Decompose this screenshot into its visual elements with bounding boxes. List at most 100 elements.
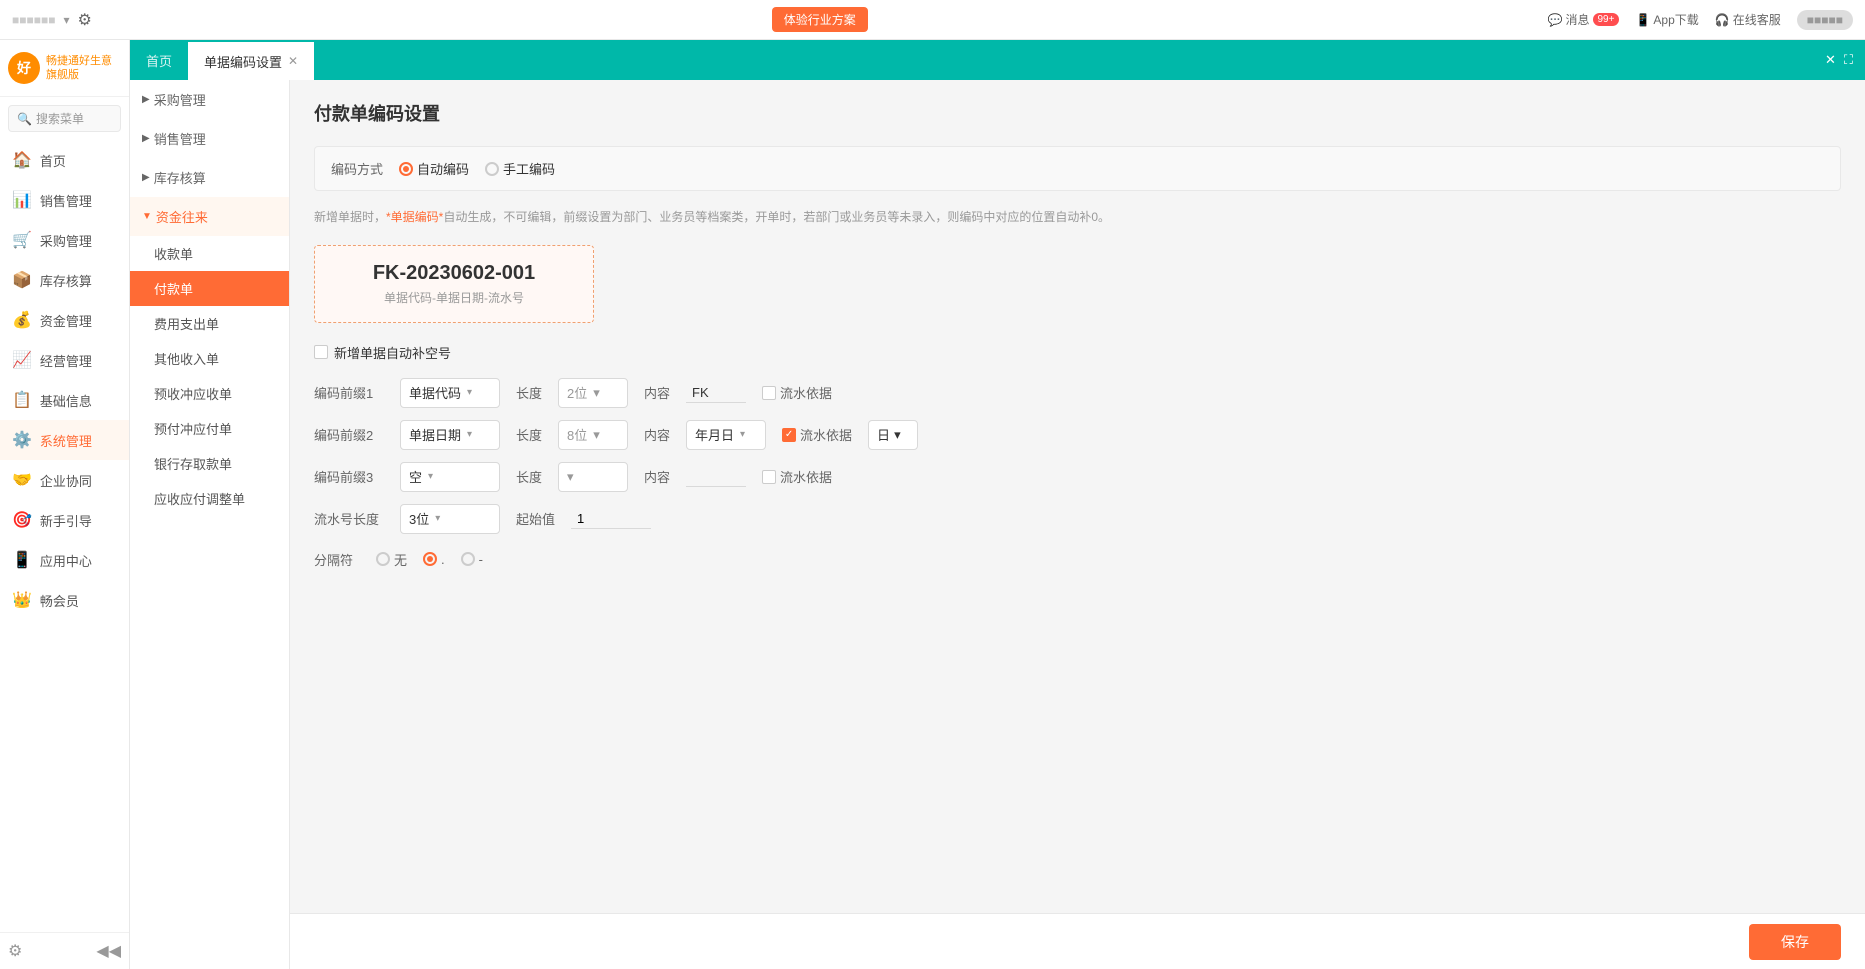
manual-encode-option[interactable]: 手工编码 bbox=[485, 159, 555, 178]
top-bar-left: ■■■■■■ ▾ ⚙ bbox=[12, 10, 92, 30]
manual-encode-radio[interactable] bbox=[485, 162, 499, 176]
separator-options: 无 . - bbox=[376, 550, 483, 569]
auto-encode-option[interactable]: 自动编码 bbox=[399, 159, 469, 178]
message-link[interactable]: 💬 消息 99+ bbox=[1548, 11, 1620, 28]
chevron-down-icon2: ▼ bbox=[142, 211, 152, 222]
auto-encode-radio[interactable] bbox=[399, 162, 413, 176]
content1-input[interactable] bbox=[686, 383, 746, 403]
menu-item-ar-ap[interactable]: 应收应付调整单 bbox=[130, 481, 289, 516]
second-level-menu: ▶ 采购管理 ▶ 销售管理 ▶ 库存核算 ▼ 资金往来 bbox=[130, 80, 290, 969]
prefix2-select[interactable]: 单据日期 ▾ bbox=[400, 420, 500, 450]
prefix3-select[interactable]: 空 ▾ bbox=[400, 462, 500, 492]
sidebar-item-label: 基础信息 bbox=[40, 391, 92, 410]
sidebar-item-member[interactable]: 👑 畅会员 bbox=[0, 580, 129, 620]
auto-fill-checkbox[interactable] bbox=[314, 345, 328, 359]
sidebar-item-enterprise[interactable]: 🤝 企业协同 bbox=[0, 460, 129, 500]
prefix1-value: 单据代码 bbox=[409, 383, 461, 402]
menu-item-bank[interactable]: 银行存取款单 bbox=[130, 446, 289, 481]
sep-none-radio[interactable] bbox=[376, 552, 390, 566]
length3-select[interactable]: ▾ bbox=[558, 462, 628, 492]
sidebar-item-app[interactable]: 📱 应用中心 bbox=[0, 540, 129, 580]
sep-dot-option[interactable]: . bbox=[423, 552, 445, 567]
length1-select[interactable]: 2位 ▾ bbox=[558, 378, 628, 408]
save-button[interactable]: 保存 bbox=[1749, 924, 1841, 960]
collapse-sidebar-icon[interactable]: ◀◀ bbox=[96, 941, 121, 961]
page-title: 付款单编码设置 bbox=[314, 100, 1841, 126]
sidebar-item-home[interactable]: 🏠 首页 bbox=[0, 140, 129, 180]
sidebar-item-guide[interactable]: 🎯 新手引导 bbox=[0, 500, 129, 540]
auto-fill-label: 新增单据自动补空号 bbox=[334, 343, 451, 362]
encoding-method-label: 编码方式 bbox=[331, 159, 383, 178]
sidebar-item-system[interactable]: ⚙️ 系统管理 bbox=[0, 420, 129, 460]
length3-label: 长度 bbox=[516, 467, 542, 486]
menu-item-expense[interactable]: 费用支出单 bbox=[130, 306, 289, 341]
chevron-right-icon2: ▶ bbox=[142, 133, 150, 144]
search-menu-button[interactable]: 🔍 搜索菜单 bbox=[8, 105, 121, 132]
menu-item-payment[interactable]: 付款单 bbox=[130, 271, 289, 306]
manual-encode-label: 手工编码 bbox=[503, 159, 555, 178]
sidebar-item-label: 企业协同 bbox=[40, 471, 92, 490]
experience-button[interactable]: 体验行业方案 bbox=[772, 7, 868, 32]
purchase-icon: 🛒 bbox=[12, 230, 32, 250]
enterprise-icon: 🤝 bbox=[12, 470, 32, 490]
sidebar-item-inventory[interactable]: 📦 库存核算 bbox=[0, 260, 129, 300]
settings-gear-icon[interactable]: ⚙ bbox=[8, 941, 22, 961]
menu-purchase[interactable]: ▶ 采购管理 bbox=[130, 80, 289, 119]
length1-label: 长度 bbox=[516, 383, 542, 402]
content3-input[interactable] bbox=[686, 467, 746, 487]
menu-sales[interactable]: ▶ 销售管理 bbox=[130, 119, 289, 158]
chevron-right-icon: ▶ bbox=[142, 94, 150, 105]
sidebar-item-finance[interactable]: 💰 资金管理 bbox=[0, 300, 129, 340]
app-download-link[interactable]: 📱 App下载 bbox=[1635, 11, 1698, 28]
waterflow3-checkbox[interactable] bbox=[762, 470, 776, 484]
menu-capital[interactable]: ▼ 资金往来 bbox=[130, 197, 289, 236]
tab-home[interactable]: 首页 bbox=[130, 40, 188, 80]
serial-length-select[interactable]: 3位 ▾ bbox=[400, 504, 500, 534]
menu-item-receipt[interactable]: 收款单 bbox=[130, 236, 289, 271]
chevron-down-icon[interactable]: ▾ bbox=[64, 13, 70, 27]
menu-item-other-income[interactable]: 其他收入单 bbox=[130, 341, 289, 376]
page-content: 付款单编码设置 编码方式 自动编码 bbox=[290, 80, 1865, 913]
prefix1-chevron-icon: ▾ bbox=[467, 387, 472, 398]
sep-dash-option[interactable]: - bbox=[461, 552, 483, 567]
sep-dot-radio[interactable] bbox=[423, 552, 437, 566]
sidebar-item-operation[interactable]: 📈 经营管理 bbox=[0, 340, 129, 380]
search-icon: 🔍 bbox=[17, 112, 32, 126]
waterflow2-check: ✓ 流水依据 bbox=[782, 425, 852, 444]
settings-icon[interactable]: ⚙ bbox=[78, 10, 92, 30]
sep-dash-radio[interactable] bbox=[461, 552, 475, 566]
headset-icon: 🎧 bbox=[1715, 13, 1730, 27]
prefix2-label: 编码前缀2 bbox=[314, 425, 384, 444]
top-bar: ■■■■■■ ▾ ⚙ 体验行业方案 💬 消息 99+ 📱 App下载 🎧 在线客… bbox=[0, 0, 1865, 40]
tab-serial-setting-label: 单据编码设置 bbox=[204, 52, 282, 71]
waterflow1-checkbox[interactable] bbox=[762, 386, 776, 400]
prefix1-select[interactable]: 单据代码 ▾ bbox=[400, 378, 500, 408]
user-avatar[interactable]: ■■■■■ bbox=[1797, 10, 1853, 30]
sep-none-option[interactable]: 无 bbox=[376, 550, 407, 569]
start-value-input[interactable] bbox=[571, 509, 651, 529]
sidebar-item-label: 畅会员 bbox=[40, 591, 79, 610]
length2-select[interactable]: 8位 ▾ bbox=[558, 420, 628, 450]
sidebar-item-basic[interactable]: 📋 基础信息 bbox=[0, 380, 129, 420]
menu-item-prepaid-recv[interactable]: 预收冲应收单 bbox=[130, 376, 289, 411]
tab-window-controls: ✕ ⛶ bbox=[1825, 52, 1865, 68]
waterflow2-checkbox[interactable]: ✓ bbox=[782, 428, 796, 442]
serial-length-value: 3位 bbox=[409, 509, 429, 528]
prefix1-row: 编码前缀1 单据代码 ▾ 长度 2位 ▾ 内容 bbox=[314, 378, 1841, 408]
minimize-icon[interactable]: ✕ bbox=[1825, 52, 1836, 68]
maximize-icon[interactable]: ⛶ bbox=[1844, 52, 1853, 68]
sidebar-item-purchase[interactable]: 🛒 采购管理 bbox=[0, 220, 129, 260]
chevron-right-icon3: ▶ bbox=[142, 172, 150, 183]
tab-serial-setting[interactable]: 单据编码设置 ✕ bbox=[188, 40, 314, 80]
tab-close-icon[interactable]: ✕ bbox=[288, 54, 298, 68]
content2-select[interactable]: 年月日 ▾ bbox=[686, 420, 766, 450]
day-select[interactable]: 日 ▾ bbox=[868, 420, 918, 450]
online-service-link[interactable]: 🎧 在线客服 bbox=[1715, 11, 1781, 28]
preview-code: FK-20230602-001 bbox=[339, 262, 569, 285]
menu-inventory[interactable]: ▶ 库存核算 bbox=[130, 158, 289, 197]
encoding-radio-group: 自动编码 手工编码 bbox=[399, 159, 555, 178]
mobile-icon: 📱 bbox=[1635, 13, 1650, 27]
sidebar-item-sales[interactable]: 📊 销售管理 bbox=[0, 180, 129, 220]
home-icon: 🏠 bbox=[12, 150, 32, 170]
menu-item-prepaid-pay[interactable]: 预付冲应付单 bbox=[130, 411, 289, 446]
